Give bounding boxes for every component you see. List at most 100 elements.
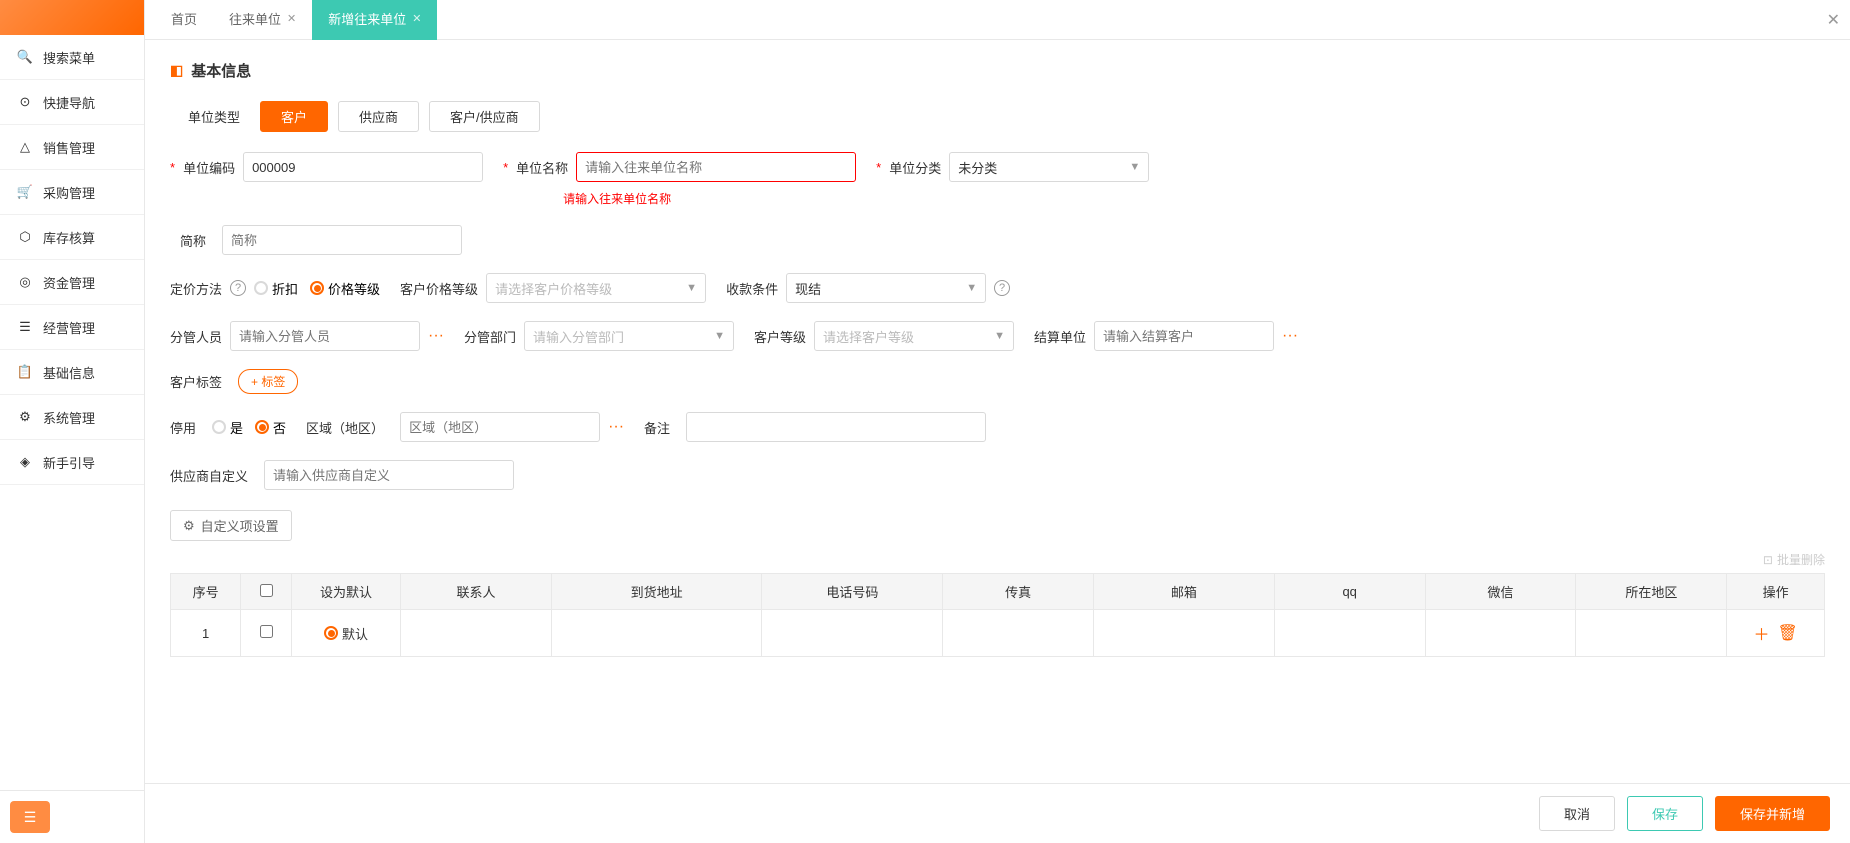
wechat-input[interactable] [1461,618,1541,648]
row-fax [943,610,1094,657]
row-phone [762,610,943,657]
unit-type-both-btn[interactable]: 客户/供应商 [429,101,540,132]
tab-trading-unit[interactable]: 往来单位 ✕ [213,0,312,40]
department-arrow: ▼ [714,330,725,342]
sidebar-item-basic-info[interactable]: 📋 基础信息 [0,350,144,395]
sidebar: 🔍 搜索菜单 ⊙ 快捷导航 △ 销售管理 🛒 采购管理 ⬡ 库存核算 ◎ 资金管… [0,0,145,843]
unit-type-supplier-btn[interactable]: 供应商 [338,101,419,132]
discount-radio-circle [254,281,268,295]
col-phone: 电话号码 [762,574,943,610]
disabled-label: 停用 [170,418,196,437]
col-default: 设为默认 [292,574,401,610]
sidebar-item-search[interactable]: 🔍 搜索菜单 [0,35,144,80]
sidebar-item-management[interactable]: ☰ 经营管理 [0,305,144,350]
inventory-icon: ⬡ [15,227,35,247]
settlement-more-btn[interactable]: ··· [1282,327,1298,345]
sidebar-item-purchase[interactable]: 🛒 采购管理 [0,170,144,215]
fax-input[interactable] [978,618,1058,648]
cancel-button[interactable]: 取消 [1539,796,1615,831]
row-default: 默认 [292,610,401,657]
region-input[interactable] [400,412,600,442]
pricing-level-radio[interactable]: 价格等级 [310,279,380,298]
save-button[interactable]: 保存 [1627,796,1703,831]
disabled-field: 停用 是 否 [170,418,286,437]
form-content: ◧ 基本信息 单位类型 客户 供应商 客户/供应商 * 单位编码 * 单位名称 [145,40,1850,783]
sidebar-logo [0,0,144,35]
pricing-method-label: 定价方法 [170,279,222,298]
settlement-unit-input[interactable] [1094,321,1274,351]
sidebar-item-quicknav[interactable]: ⊙ 快捷导航 [0,80,144,125]
row-checkbox[interactable] [260,625,273,638]
region-label: 区域（地区） [306,418,384,437]
tabs-close-btn[interactable]: ✕ [1827,10,1840,30]
manager-label: 分管人员 [170,327,222,346]
col-contact: 联系人 [401,574,552,610]
tab-new-trading-unit[interactable]: 新增往来单位 ✕ [312,0,437,40]
manager-more-btn[interactable]: ··· [428,327,444,345]
pricing-discount-radio[interactable]: 折扣 [254,279,298,298]
department-label: 分管部门 [464,327,516,346]
settlement-unit-label: 结算单位 [1034,327,1086,346]
remark-input[interactable] [686,412,986,442]
col-address: 到货地址 [551,574,762,610]
disabled-no-radio[interactable]: 否 [255,418,286,437]
sidebar-item-system[interactable]: ⚙ 系统管理 [0,395,144,440]
payment-terms-arrow: ▼ [966,282,977,294]
payment-terms-select[interactable]: 现结 ▼ [786,273,986,303]
unit-code-input[interactable] [243,152,483,182]
sidebar-item-guide[interactable]: ◈ 新手引导 [0,440,144,485]
sidebar-item-sales[interactable]: △ 销售管理 [0,125,144,170]
sidebar-item-finance[interactable]: ◎ 资金管理 [0,260,144,305]
tab-trading-unit-close[interactable]: ✕ [287,12,296,25]
col-region: 所在地区 [1576,574,1727,610]
unit-name-input[interactable] [576,152,856,182]
row-add-btn[interactable]: ＋ [1753,621,1769,645]
department-select[interactable]: 请输入分管部门 ▼ [524,321,734,351]
manager-input[interactable] [230,321,420,351]
table-section: ⚙ 自定义项设置 ⊡ 批量删除 序号 设为默认 联系人 到货地址 电话号码 传真 [170,510,1825,657]
pricing-help-icon[interactable]: ? [230,280,246,296]
email-input[interactable] [1134,618,1234,648]
add-tag-btn[interactable]: + 标签 [238,369,298,394]
unit-type-label: 单位类型 [170,107,240,126]
tab-home[interactable]: 首页 [155,0,213,40]
tab-new-trading-unit-close[interactable]: ✕ [412,12,421,25]
short-name-input[interactable] [222,225,462,255]
region-more-btn[interactable]: ··· [608,418,624,436]
unit-type-customer-btn[interactable]: 客户 [260,101,328,132]
tabs-bar: 首页 往来单位 ✕ 新增往来单位 ✕ ✕ [145,0,1850,40]
default-radio[interactable] [324,626,338,640]
required-star-name: * [503,160,508,175]
phone-input[interactable] [802,618,902,648]
unit-category-select[interactable]: 未分类 ▼ [949,152,1149,182]
collapse-icon: ☰ [24,809,37,826]
unit-name-label: 单位名称 [516,158,568,177]
customer-price-select[interactable]: 请选择客户价格等级 ▼ [486,273,706,303]
custom-settings-btn[interactable]: ⚙ 自定义项设置 [170,510,292,541]
gear-icon: ⚙ [183,518,195,534]
save-new-button[interactable]: 保存并新增 [1715,796,1830,831]
disabled-yes-radio[interactable]: 是 [212,418,243,437]
address-input[interactable] [597,618,717,648]
main-panel: 首页 往来单位 ✕ 新增往来单位 ✕ ✕ ◧ 基本信息 单位类型 客户 供应商 … [145,0,1850,843]
batch-delete-btn[interactable]: ⊡ 批量删除 [170,551,1825,568]
purchase-icon: 🛒 [15,182,35,202]
home-icon: ⊙ [15,92,35,112]
sidebar-item-inventory[interactable]: ⬡ 库存核算 [0,215,144,260]
region-cell-input[interactable] [1611,618,1691,648]
batch-delete-icon: ⊡ [1763,553,1773,567]
contacts-table: 序号 设为默认 联系人 到货地址 电话号码 传真 邮箱 qq 微信 所在地区 操… [170,573,1825,657]
sidebar-collapse-btn[interactable]: ☰ [10,801,50,833]
select-all-checkbox[interactable] [260,584,273,597]
qq-input[interactable] [1310,618,1390,648]
customer-level-select[interactable]: 请选择客户等级 ▼ [814,321,1014,351]
supplier-custom-input[interactable] [264,460,514,490]
row-email [1094,610,1275,657]
form-row-disabled: 停用 是 否 区域（地区） ··· 备注 [170,412,1825,442]
unit-name-error: 请输入往来单位名称 [563,192,671,206]
row-del-btn[interactable]: 🗑 [1778,623,1798,643]
contact-input[interactable] [436,618,516,648]
department-field: 分管部门 请输入分管部门 ▼ [464,321,734,351]
row-action-cell: ＋ 🗑 [1727,610,1825,657]
payment-help-icon[interactable]: ? [994,280,1010,296]
